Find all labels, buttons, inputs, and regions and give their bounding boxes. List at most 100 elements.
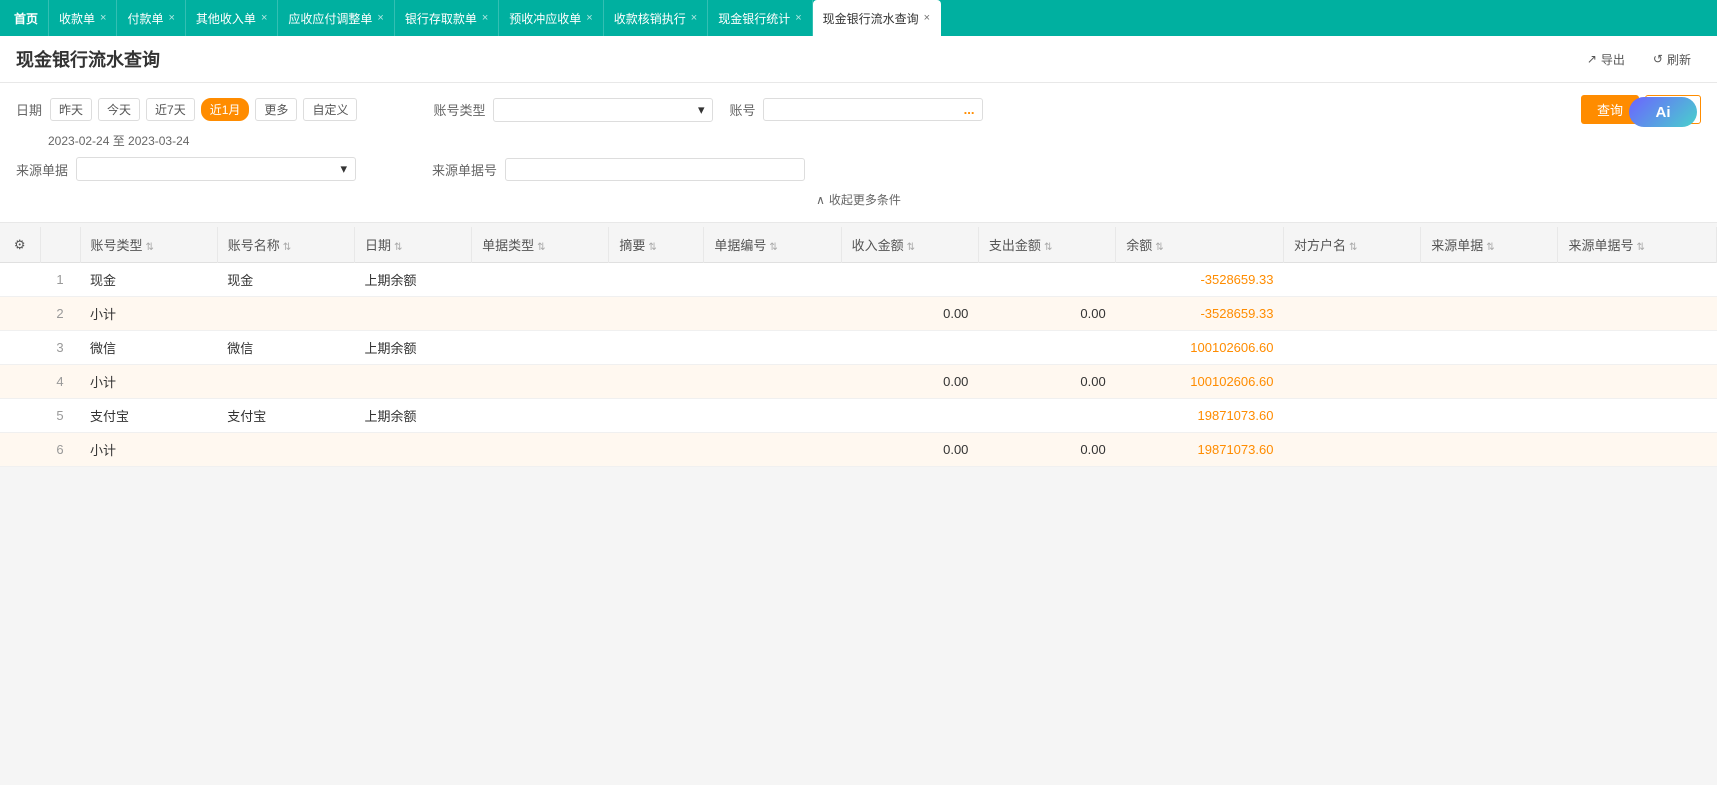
date-btn-more[interactable]: 更多 [255,98,297,121]
export-icon: ↗ [1587,52,1597,66]
source-doc-no-label: 来源单据号 [432,160,497,179]
gear-icon[interactable]: ⚙ [14,237,26,252]
col-summary[interactable]: 摘要⇅ [609,227,704,263]
cell-balance: 100102606.60 [1116,331,1284,365]
cell-balance: -3528659.33 [1116,263,1284,297]
table-row: 3微信微信上期余额100102606.60 [0,331,1717,365]
account-type-select[interactable]: ▾ [493,98,713,122]
collapse-bar[interactable]: ∧ 收起更多条件 [16,185,1701,210]
nav-tab-receipts[interactable]: 收款单 × [49,0,117,36]
cell-expense: 0.00 [978,433,1115,467]
cell-source-doc [1421,433,1558,467]
nav-tab-adjustment[interactable]: 应收应付调整单 × [278,0,394,36]
export-button[interactable]: ↗ 导出 [1577,47,1635,72]
cell-source-doc-no [1558,433,1717,467]
col-counter-party[interactable]: 对方户名⇅ [1283,227,1420,263]
cell-date [355,297,472,331]
cell-account-type: 支付宝 [80,399,217,433]
close-icon[interactable]: × [261,12,267,24]
cell-doc-no [704,297,841,331]
close-icon[interactable]: × [795,12,801,24]
close-icon[interactable]: × [691,12,697,24]
date-label: 日期 [16,100,42,119]
cell-account-name [217,433,354,467]
close-icon[interactable]: × [924,12,930,24]
date-filter: 日期 昨天 今天 近7天 近1月 更多 自定义 [16,98,357,121]
cell-expense [978,331,1115,365]
cell-doc-type [472,365,609,399]
source-doc-label: 来源单据 [16,160,68,179]
cell-counter-party [1283,297,1420,331]
col-expense[interactable]: 支出金额⇅ [978,227,1115,263]
ai-assistant-button[interactable]: Ai [1629,97,1697,127]
cell-expense [978,263,1115,297]
cell-source-doc [1421,297,1558,331]
col-source-doc-no[interactable]: 来源单据号⇅ [1558,227,1717,263]
date-btn-yesterday[interactable]: 昨天 [50,98,92,121]
cell-counter-party [1283,433,1420,467]
cell-doc-no [704,263,841,297]
close-icon[interactable]: × [482,12,488,24]
ellipsis-icon[interactable]: ... [964,102,975,117]
close-icon[interactable]: × [168,12,174,24]
row-gear [0,365,40,399]
col-source-doc[interactable]: 来源单据⇅ [1421,227,1558,263]
source-doc-no-input[interactable] [505,158,805,181]
cell-source-doc [1421,365,1558,399]
col-doc-type[interactable]: 单据类型⇅ [472,227,609,263]
close-icon[interactable]: × [377,12,383,24]
nav-tab-cashflow[interactable]: 现金银行流水查询 × [813,0,941,36]
row-gear [0,399,40,433]
data-table-container: ⚙ 账号类型⇅ 账号名称⇅ 日期⇅ 单据类型⇅ 摘要⇅ 单据编号⇅ 收入金额⇅ … [0,227,1717,467]
table-row: 5支付宝支付宝上期余额19871073.60 [0,399,1717,433]
collapse-label: 收起更多条件 [829,191,901,208]
cell-source-doc-no [1558,297,1717,331]
nav-tab-home[interactable]: 首页 [4,0,49,36]
cell-date: 上期余额 [355,331,472,365]
cell-expense [978,399,1115,433]
row-number: 6 [40,433,80,467]
date-btn-custom[interactable]: 自定义 [303,98,357,121]
close-icon[interactable]: × [586,12,592,24]
col-account-name[interactable]: 账号名称⇅ [217,227,354,263]
nav-tab-payments[interactable]: 付款单 × [117,0,185,36]
cell-account-name: 微信 [217,331,354,365]
nav-tab-other-income[interactable]: 其他收入单 × [186,0,278,36]
nav-tab-collection[interactable]: 收款核销执行 × [604,0,708,36]
col-settings[interactable]: ⚙ [0,227,40,263]
cell-doc-type [472,297,609,331]
refresh-button[interactable]: ↺ 刷新 [1643,47,1701,72]
date-btn-7days[interactable]: 近7天 [146,98,195,121]
cell-account-name [217,297,354,331]
table-header-row: ⚙ 账号类型⇅ 账号名称⇅ 日期⇅ 单据类型⇅ 摘要⇅ 单据编号⇅ 收入金额⇅ … [0,227,1717,263]
cell-account-type: 现金 [80,263,217,297]
chevron-down-icon: ▾ [698,102,705,118]
col-doc-no[interactable]: 单据编号⇅ [704,227,841,263]
cell-account-type: 小计 [80,297,217,331]
cell-source-doc-no [1558,331,1717,365]
date-btn-1month[interactable]: 近1月 [201,98,250,121]
cell-doc-no [704,331,841,365]
col-account-type[interactable]: 账号类型⇅ [80,227,217,263]
cell-income [841,263,978,297]
row-gear [0,331,40,365]
account-input[interactable]: ... [763,98,983,121]
row-number: 5 [40,399,80,433]
col-balance[interactable]: 余额⇅ [1116,227,1284,263]
nav-tab-bank-deposit[interactable]: 银行存取款单 × [395,0,499,36]
filter-row-1: 日期 昨天 今天 近7天 近1月 更多 自定义 账号类型 ▾ 账号 ... [16,95,1701,124]
cell-balance: 19871073.60 [1116,399,1284,433]
close-icon[interactable]: × [100,12,106,24]
account-type-filter: 账号类型 ▾ [433,98,713,122]
source-doc-select[interactable]: ▾ [76,157,356,181]
col-income[interactable]: 收入金额⇅ [841,227,978,263]
cell-expense: 0.00 [978,297,1115,331]
cell-doc-no [704,365,841,399]
cell-summary [609,365,704,399]
date-btn-today[interactable]: 今天 [98,98,140,121]
nav-tab-statistics[interactable]: 现金银行统计 × [708,0,812,36]
cell-account-name: 支付宝 [217,399,354,433]
col-date[interactable]: 日期⇅ [355,227,472,263]
cell-balance: 100102606.60 [1116,365,1284,399]
nav-tab-advance[interactable]: 预收冲应收单 × [499,0,603,36]
